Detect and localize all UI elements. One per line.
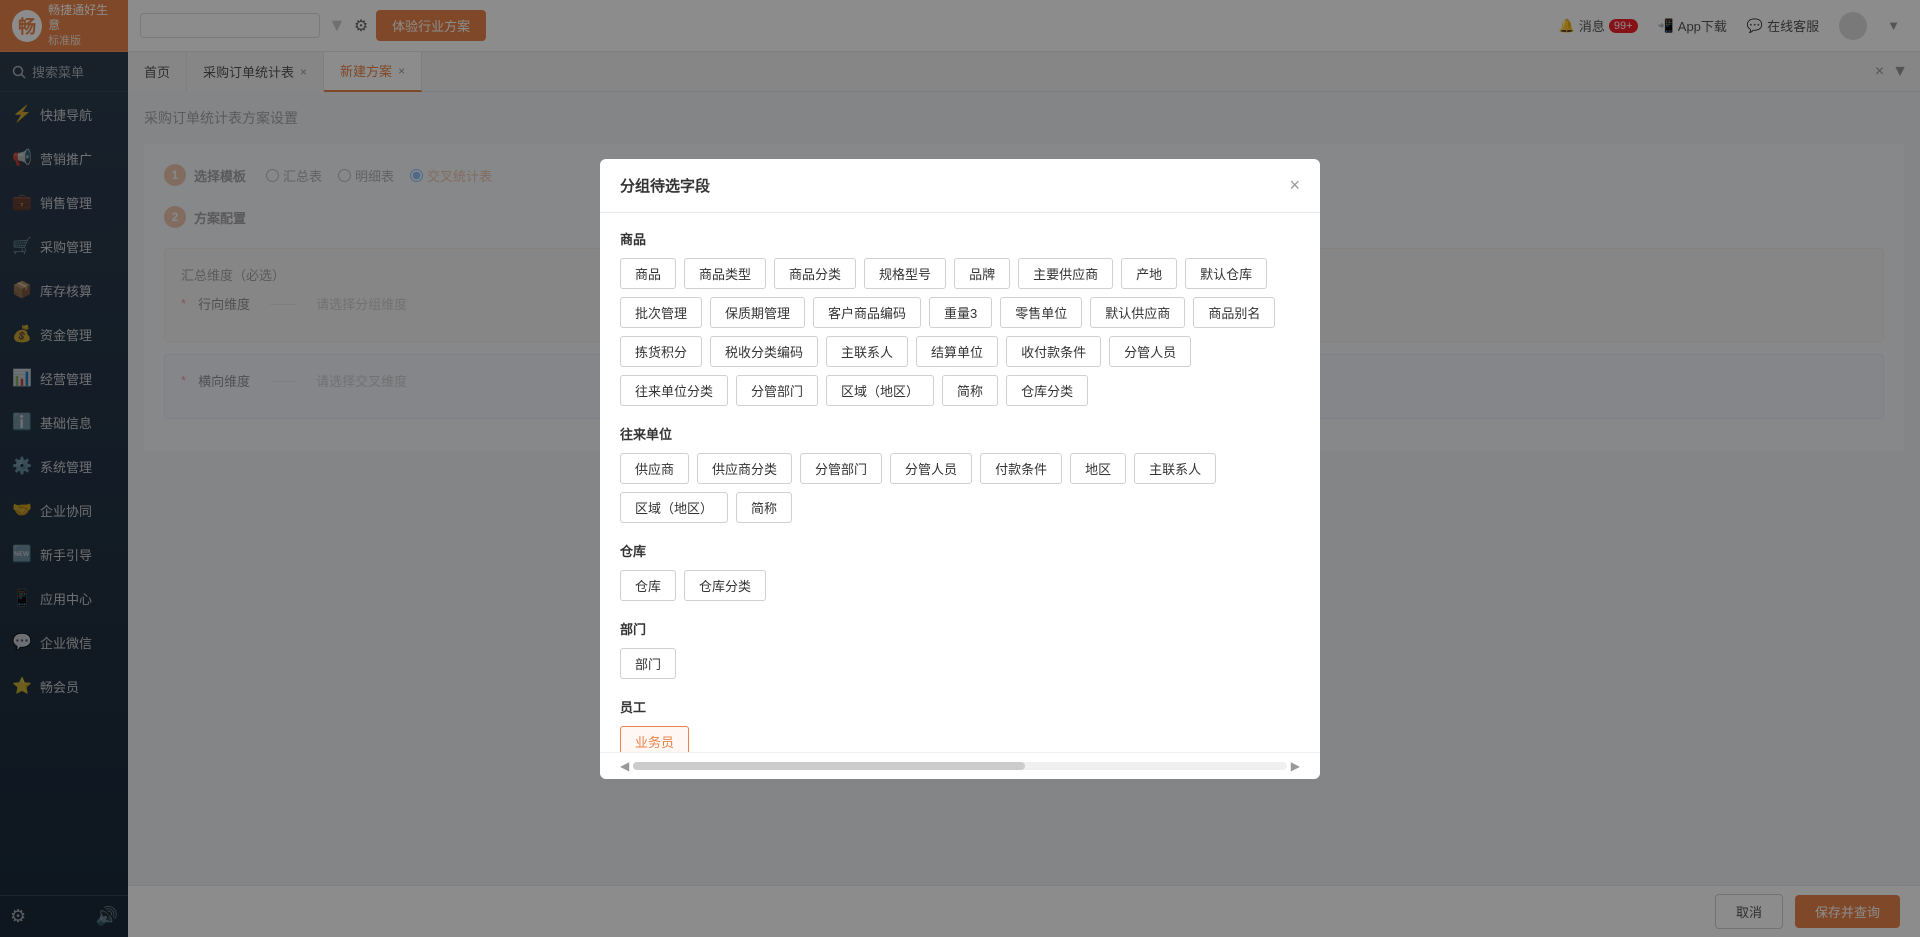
section-employee: 员工 业务员 [620, 697, 1300, 752]
tag-region-area[interactable]: 区域（地区） [826, 375, 934, 406]
tag-main-contact[interactable]: 主联系人 [826, 336, 908, 367]
tag-customer-code[interactable]: 客户商品编码 [813, 297, 921, 328]
modal-body: 商品 商品 商品类型 商品分类 规格型号 品牌 主要供应商 产地 默认仓库 批次… [600, 213, 1320, 752]
tag-mgmt-dept[interactable]: 分管部门 [736, 375, 818, 406]
tag-shelf-life[interactable]: 保质期管理 [710, 297, 805, 328]
section-warehouse-title: 仓库 [620, 541, 1300, 560]
tag-warehouse-category[interactable]: 仓库分类 [684, 570, 766, 601]
field-select-modal: 分组待选字段 × 商品 商品 商品类型 商品分类 规格型号 品牌 主要供应商 产… [600, 159, 1320, 779]
tag-product[interactable]: 商品 [620, 258, 676, 289]
tag-supplier-category[interactable]: 供应商分类 [697, 453, 792, 484]
counterparty-tags: 供应商 供应商分类 分管部门 分管人员 付款条件 地区 主联系人 区域（地区） … [620, 453, 1300, 523]
product-tags: 商品 商品类型 商品分类 规格型号 品牌 主要供应商 产地 默认仓库 批次管理 … [620, 258, 1300, 406]
tag-tax-code[interactable]: 税收分类编码 [710, 336, 818, 367]
tag-product-category[interactable]: 商品分类 [774, 258, 856, 289]
scroll-right-button[interactable]: ▶ [1291, 759, 1300, 773]
tag-pickup-points[interactable]: 拣货积分 [620, 336, 702, 367]
tag-default-warehouse[interactable]: 默认仓库 [1185, 258, 1267, 289]
tag-mgmt-staff[interactable]: 分管人员 [890, 453, 972, 484]
section-warehouse: 仓库 仓库 仓库分类 [620, 541, 1300, 601]
tag-manager[interactable]: 分管人员 [1109, 336, 1191, 367]
scroll-track[interactable] [633, 762, 1287, 770]
tag-warehouse[interactable]: 仓库 [620, 570, 676, 601]
tag-brand[interactable]: 品牌 [954, 258, 1010, 289]
tag-product-alias[interactable]: 商品别名 [1193, 297, 1275, 328]
modal-overlay[interactable]: 分组待选字段 × 商品 商品 商品类型 商品分类 规格型号 品牌 主要供应商 产… [0, 0, 1920, 937]
section-product: 商品 商品 商品类型 商品分类 规格型号 品牌 主要供应商 产地 默认仓库 批次… [620, 229, 1300, 406]
modal-title: 分组待选字段 [620, 175, 710, 196]
tag-short-name[interactable]: 简称 [942, 375, 998, 406]
tag-salesperson[interactable]: 业务员 [620, 726, 689, 752]
tag-spec-model[interactable]: 规格型号 [864, 258, 946, 289]
tag-region2[interactable]: 区域（地区） [620, 492, 728, 523]
section-counterparty: 往来单位 供应商 供应商分类 分管部门 分管人员 付款条件 地区 主联系人 区域… [620, 424, 1300, 523]
tag-supplier[interactable]: 供应商 [620, 453, 689, 484]
section-employee-title: 员工 [620, 697, 1300, 716]
tag-origin[interactable]: 产地 [1121, 258, 1177, 289]
section-department: 部门 部门 [620, 619, 1300, 679]
employee-tags: 业务员 [620, 726, 1300, 752]
tag-area[interactable]: 地区 [1070, 453, 1126, 484]
section-counterparty-title: 往来单位 [620, 424, 1300, 443]
tag-short-name2[interactable]: 简称 [736, 492, 792, 523]
modal-header: 分组待选字段 × [600, 159, 1320, 213]
tag-dept[interactable]: 部门 [620, 648, 676, 679]
warehouse-tags: 仓库 仓库分类 [620, 570, 1300, 601]
tag-main-supplier[interactable]: 主要供应商 [1018, 258, 1113, 289]
tag-payment-cond[interactable]: 付款条件 [980, 453, 1062, 484]
tag-weight3[interactable]: 重量3 [929, 297, 992, 328]
tag-default-supplier[interactable]: 默认供应商 [1090, 297, 1185, 328]
tag-mgmt-dept2[interactable]: 分管部门 [800, 453, 882, 484]
tag-from-unit-cat[interactable]: 往来单位分类 [620, 375, 728, 406]
tag-batch-mgmt[interactable]: 批次管理 [620, 297, 702, 328]
scroll-thumb [633, 762, 1025, 770]
tag-settlement-unit[interactable]: 结算单位 [916, 336, 998, 367]
scroll-left-button[interactable]: ◀ [620, 759, 629, 773]
modal-close-button[interactable]: × [1289, 175, 1300, 196]
tag-main-contact2[interactable]: 主联系人 [1134, 453, 1216, 484]
dept-tags: 部门 [620, 648, 1300, 679]
tag-payment-terms[interactable]: 收付款条件 [1006, 336, 1101, 367]
tag-warehouse-cat[interactable]: 仓库分类 [1006, 375, 1088, 406]
section-dept-title: 部门 [620, 619, 1300, 638]
modal-scroll-bar: ◀ ▶ [600, 752, 1320, 779]
tag-product-type[interactable]: 商品类型 [684, 258, 766, 289]
section-product-title: 商品 [620, 229, 1300, 248]
tag-retail-unit[interactable]: 零售单位 [1000, 297, 1082, 328]
